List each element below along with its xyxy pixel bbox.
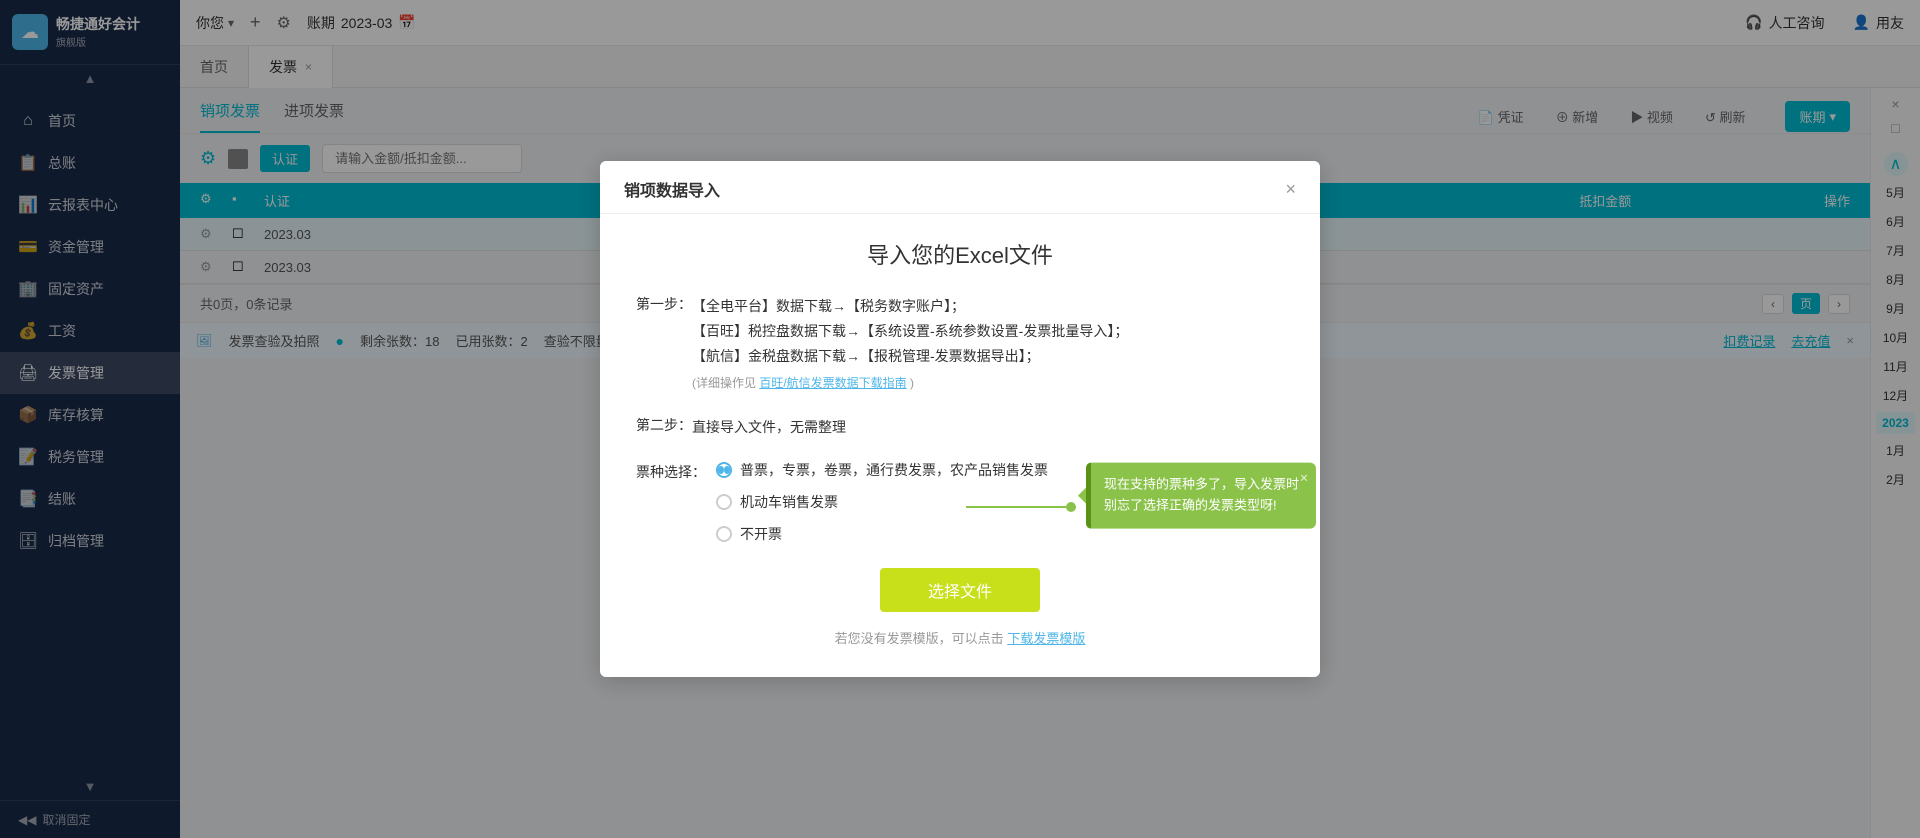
modal-header: 销项数据导入 ×	[600, 161, 1320, 214]
ticket-type-block: 票种选择： 普票，专票，卷票，通行费发票，农产品销售发票 机动车销售发票	[636, 460, 1284, 544]
step1-line3: 【航信】金税盘数据下载→【报税管理-发票数据导出】；	[692, 344, 1128, 369]
step1-note: (详细操作见 百旺/航信发票数据下载指南 )	[692, 373, 1128, 395]
modal-title: 销项数据导入	[624, 177, 720, 201]
radio-circle-3	[716, 526, 732, 542]
radio-label-1: 普票，专票，卷票，通行费发票，农产品销售发票	[740, 460, 1048, 480]
download-template-link[interactable]: 下载发票模版	[1007, 631, 1085, 646]
radio-option-3[interactable]: 不开票	[716, 524, 1048, 544]
tooltip-accent-bar	[1086, 463, 1091, 529]
step1-line1: 【全电平台】数据下载→【税务数字账户】；	[692, 294, 1128, 319]
modal-close-button[interactable]: ×	[1285, 180, 1296, 198]
step2-content: 直接导入文件，无需整理	[692, 415, 846, 440]
modal-body: 导入您的Excel文件 第一步： 【全电平台】数据下载→【税务数字账户】； 【百…	[600, 214, 1320, 677]
download-guide-link[interactable]: 百旺/航信发票数据下载指南	[759, 376, 906, 390]
tooltip-arrow	[1078, 488, 1086, 504]
tooltip-connector-line	[966, 506, 1066, 508]
step1-label: 第一步：	[636, 294, 692, 395]
step2-label: 第二步：	[636, 415, 692, 440]
select-file-button[interactable]: 选择文件	[880, 568, 1040, 612]
step1-line2: 【百旺】税控盘数据下载→【系统设置-系统参数设置-发票批量导入】；	[692, 319, 1128, 344]
step1-block: 第一步： 【全电平台】数据下载→【税务数字账户】； 【百旺】税控盘数据下载→【系…	[636, 294, 1284, 395]
modal-overlay: 销项数据导入 × 导入您的Excel文件 第一步： 【全电平台】数据下载→【税务…	[0, 0, 1920, 838]
tooltip-bubble: × 现在支持的票种多了，导入发票时别忘了选择正确的发票类型呀!	[1086, 463, 1316, 529]
radio-label-2: 机动车销售发票	[740, 492, 838, 512]
radio-circle-2	[716, 494, 732, 510]
modal-main-title: 导入您的Excel文件	[636, 238, 1284, 270]
import-modal: 销项数据导入 × 导入您的Excel文件 第一步： 【全电平台】数据下载→【税务…	[600, 161, 1320, 677]
radio-option-2-container: 机动车销售发票 ×	[716, 492, 1048, 512]
step2-block: 第二步： 直接导入文件，无需整理	[636, 415, 1284, 440]
radio-option-2[interactable]: 机动车销售发票	[716, 492, 838, 512]
radio-group: 普票，专票，卷票，通行费发票，农产品销售发票 机动车销售发票	[716, 460, 1048, 544]
radio-label-3: 不开票	[740, 524, 782, 544]
radio-circle-1	[716, 462, 732, 478]
tooltip-close-button[interactable]: ×	[1300, 467, 1308, 489]
ticket-type-label: 票种选择：	[636, 462, 716, 482]
tooltip-dot	[1066, 502, 1076, 512]
tooltip-text: 现在支持的票种多了，导入发票时别忘了选择正确的发票类型呀!	[1104, 477, 1299, 513]
modal-footer: 若您没有发票模版，可以点击 下载发票模版	[636, 628, 1284, 647]
radio-option-1[interactable]: 普票，专票，卷票，通行费发票，农产品销售发票	[716, 460, 1048, 480]
